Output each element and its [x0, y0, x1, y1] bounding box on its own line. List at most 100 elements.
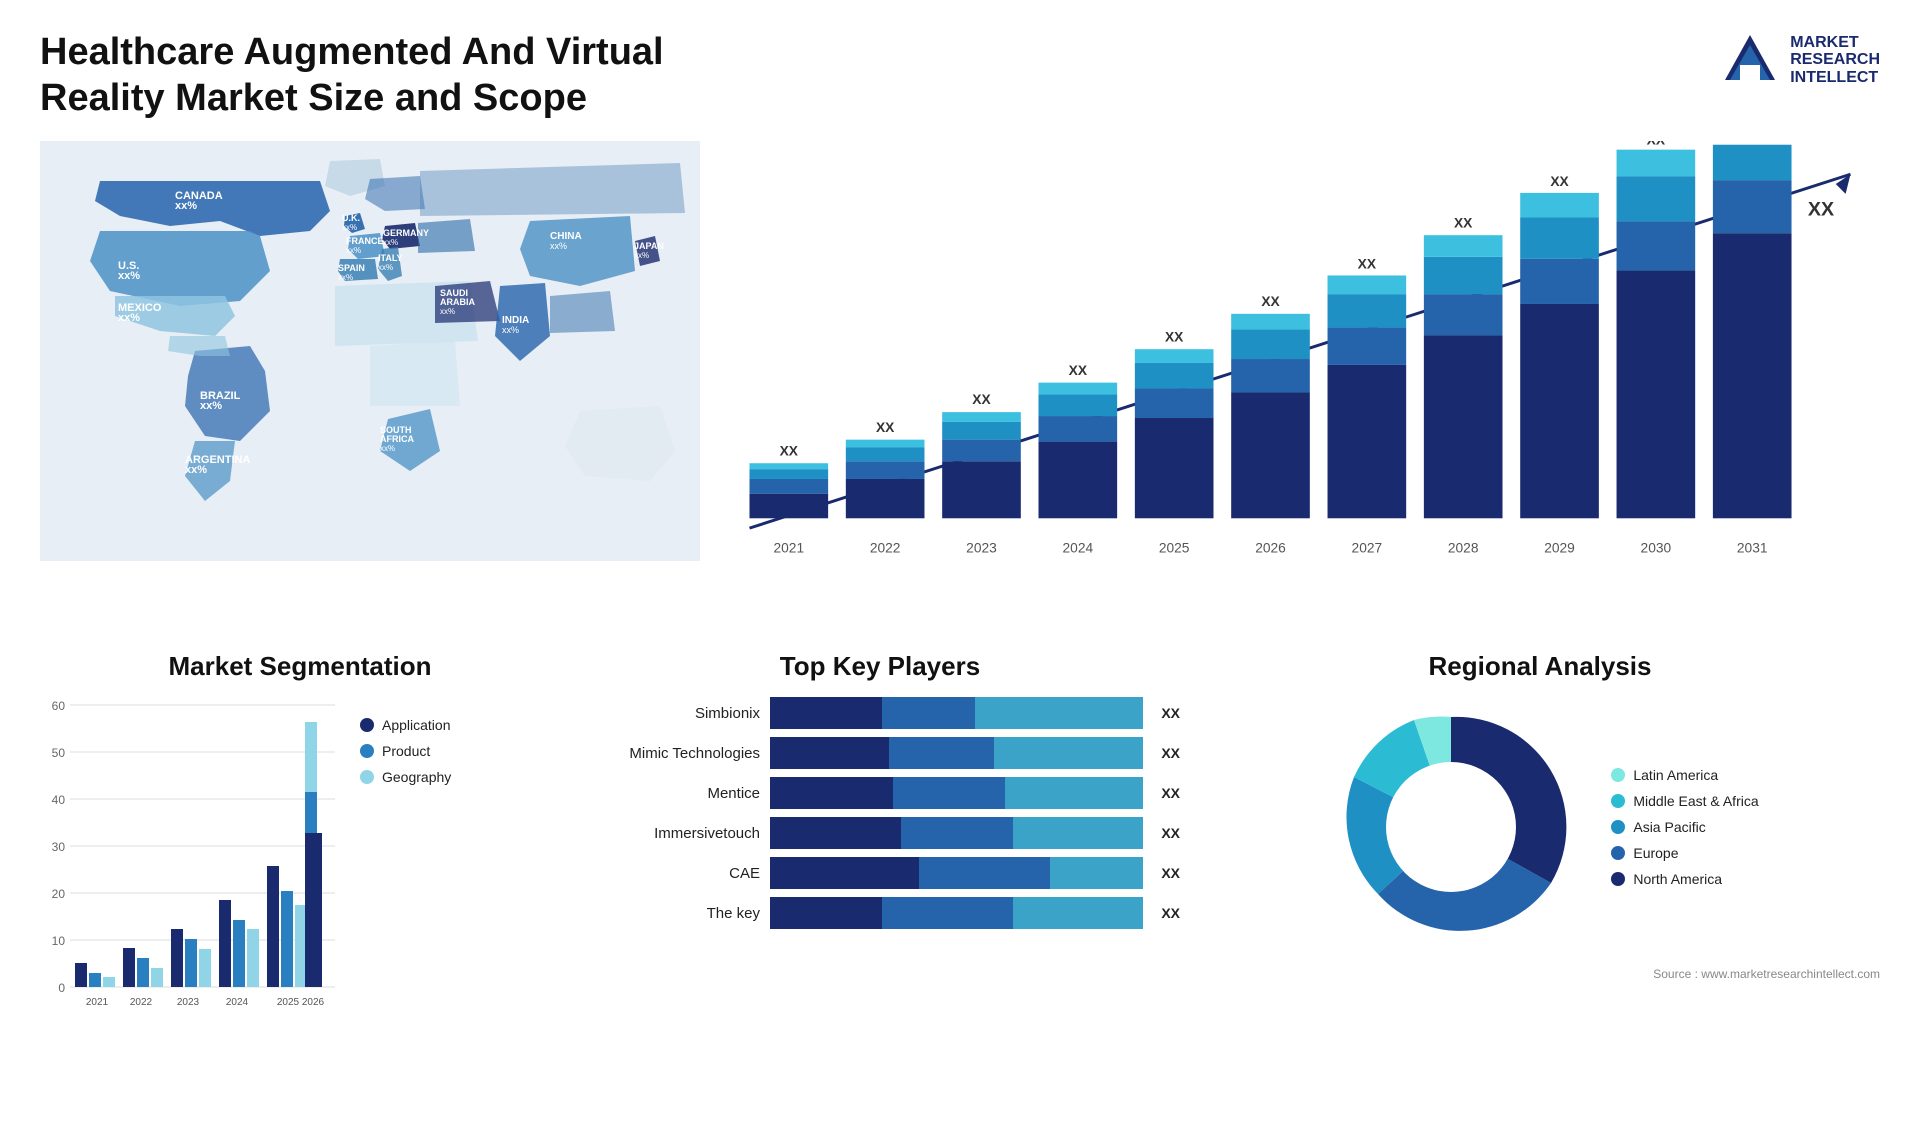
svg-text:50: 50	[52, 746, 66, 760]
player-value-mentice: XX	[1161, 785, 1180, 801]
svg-text:xx%: xx%	[342, 223, 357, 232]
player-value-immersivetouch: XX	[1161, 825, 1180, 841]
bar-seg3	[975, 697, 1143, 729]
legend-label-europe: Europe	[1633, 845, 1678, 861]
legend-dot-mideast	[1611, 794, 1625, 808]
logo-icon	[1720, 30, 1780, 90]
world-map: CANADA xx% U.S. xx% MEXICO xx% BRAZIL xx…	[40, 141, 700, 561]
svg-text:XX: XX	[780, 444, 799, 459]
logo-area: MARKETRESEARCHINTELLECT	[1720, 30, 1880, 90]
svg-text:xx%: xx%	[175, 200, 197, 212]
player-row-mentice: Mentice XX	[580, 777, 1180, 809]
regional-title: Regional Analysis	[1200, 651, 1880, 682]
svg-text:xx%: xx%	[338, 273, 353, 282]
player-value-thekey: XX	[1161, 905, 1180, 921]
player-row-immersivetouch: Immersivetouch XX	[580, 817, 1180, 849]
svg-text:40: 40	[52, 793, 66, 807]
donut-chart	[1321, 697, 1581, 957]
svg-text:2022: 2022	[130, 997, 153, 1008]
legend-label-product: Product	[382, 743, 430, 759]
page-container: Healthcare Augmented And Virtual Reality…	[0, 0, 1920, 1146]
svg-text:xx%: xx%	[378, 263, 393, 272]
svg-text:20: 20	[52, 887, 66, 901]
bar-seg1	[770, 777, 893, 809]
svg-text:xx%: xx%	[502, 325, 519, 335]
regional-analysis-section: Regional Analysis	[1200, 651, 1880, 1071]
player-name-mentice: Mentice	[580, 785, 760, 802]
legend-latin-america: Latin America	[1611, 767, 1758, 783]
legend-north-america: North America	[1611, 871, 1758, 887]
bar-seg1	[770, 897, 882, 929]
svg-text:AFRICA: AFRICA	[380, 434, 414, 444]
bar-seg1	[770, 817, 901, 849]
bar-seg3	[1013, 897, 1144, 929]
svg-text:ITALY: ITALY	[378, 253, 403, 263]
player-name-mimic: Mimic Technologies	[580, 745, 760, 762]
svg-text:XX: XX	[1069, 363, 1088, 378]
svg-text:XX: XX	[1261, 294, 1280, 309]
svg-text:XX: XX	[1165, 330, 1184, 345]
bar-seg2	[901, 817, 1013, 849]
player-row-simbionix: Simbionix XX	[580, 697, 1180, 729]
player-bar-mimic	[770, 737, 1143, 769]
growth-bar-chart: XX 2021 XX 2022 XX 2023	[720, 141, 1880, 581]
legend-europe: Europe	[1611, 845, 1758, 861]
map-section: CANADA xx% U.S. xx% MEXICO xx% BRAZIL xx…	[40, 141, 700, 621]
bar-seg3	[1050, 857, 1143, 889]
legend-label-asia: Asia Pacific	[1633, 819, 1705, 835]
legend-label-geography: Geography	[382, 769, 451, 785]
svg-text:xx%: xx%	[346, 246, 361, 255]
svg-text:U.K.: U.K.	[342, 213, 360, 223]
legend-dot-na	[1611, 872, 1625, 886]
bar-seg2	[889, 737, 994, 769]
svg-text:2029: 2029	[1544, 541, 1575, 556]
svg-text:2027: 2027	[1352, 541, 1383, 556]
legend-dot-asia	[1611, 820, 1625, 834]
svg-text:xx%: xx%	[380, 444, 395, 453]
legend-dot-europe	[1611, 846, 1625, 860]
key-players-section: Top Key Players Simbionix XX Mimic Techn…	[580, 651, 1180, 1071]
market-seg-title: Market Segmentation	[40, 651, 560, 682]
legend-label-na: North America	[1633, 871, 1722, 887]
svg-text:2023: 2023	[177, 997, 200, 1008]
bar-seg1	[770, 697, 882, 729]
legend-label-application: Application	[382, 717, 451, 733]
svg-text:XX: XX	[1550, 174, 1569, 189]
bar-seg3	[994, 737, 1143, 769]
svg-text:xx%: xx%	[200, 400, 222, 412]
legend-middle-east: Middle East & Africa	[1611, 793, 1758, 809]
legend-dot-application	[360, 718, 374, 732]
source-text: Source : www.marketresearchintellect.com	[1200, 967, 1880, 981]
player-name-cae: CAE	[580, 865, 760, 882]
svg-text:ARABIA: ARABIA	[440, 297, 475, 307]
bottom-section: Market Segmentation 0 10 20 30 40 50 60	[40, 651, 1880, 1071]
svg-text:2031: 2031	[1737, 541, 1768, 556]
svg-text:60: 60	[52, 699, 66, 713]
market-segmentation: Market Segmentation 0 10 20 30 40 50 60	[40, 651, 560, 1071]
svg-text:2026: 2026	[1255, 541, 1286, 556]
player-value-mimic: XX	[1161, 745, 1180, 761]
svg-text:2028: 2028	[1448, 541, 1479, 556]
bar-seg2	[882, 897, 1013, 929]
svg-text:XX: XX	[1647, 141, 1666, 148]
svg-text:XX: XX	[1358, 257, 1377, 272]
svg-text:10: 10	[52, 934, 66, 948]
player-bar-thekey	[770, 897, 1143, 929]
svg-text:2025: 2025	[277, 997, 300, 1008]
player-value-simbionix: XX	[1161, 705, 1180, 721]
bar-seg3	[1005, 777, 1143, 809]
svg-text:xx%: xx%	[634, 251, 649, 260]
svg-text:GERMANY: GERMANY	[383, 228, 429, 238]
svg-text:xx%: xx%	[383, 238, 398, 247]
svg-text:XX: XX	[876, 420, 895, 435]
svg-text:2025: 2025	[1159, 541, 1190, 556]
player-row-mimic: Mimic Technologies XX	[580, 737, 1180, 769]
svg-text:xx%: xx%	[185, 464, 207, 476]
players-list: Simbionix XX Mimic Technologies	[580, 697, 1180, 929]
player-value-cae: XX	[1161, 865, 1180, 881]
bar-seg2	[893, 777, 1005, 809]
legend-dot-product	[360, 744, 374, 758]
bar-seg2	[919, 857, 1050, 889]
legend-application: Application	[360, 717, 451, 733]
legend-dot-geography	[360, 770, 374, 784]
